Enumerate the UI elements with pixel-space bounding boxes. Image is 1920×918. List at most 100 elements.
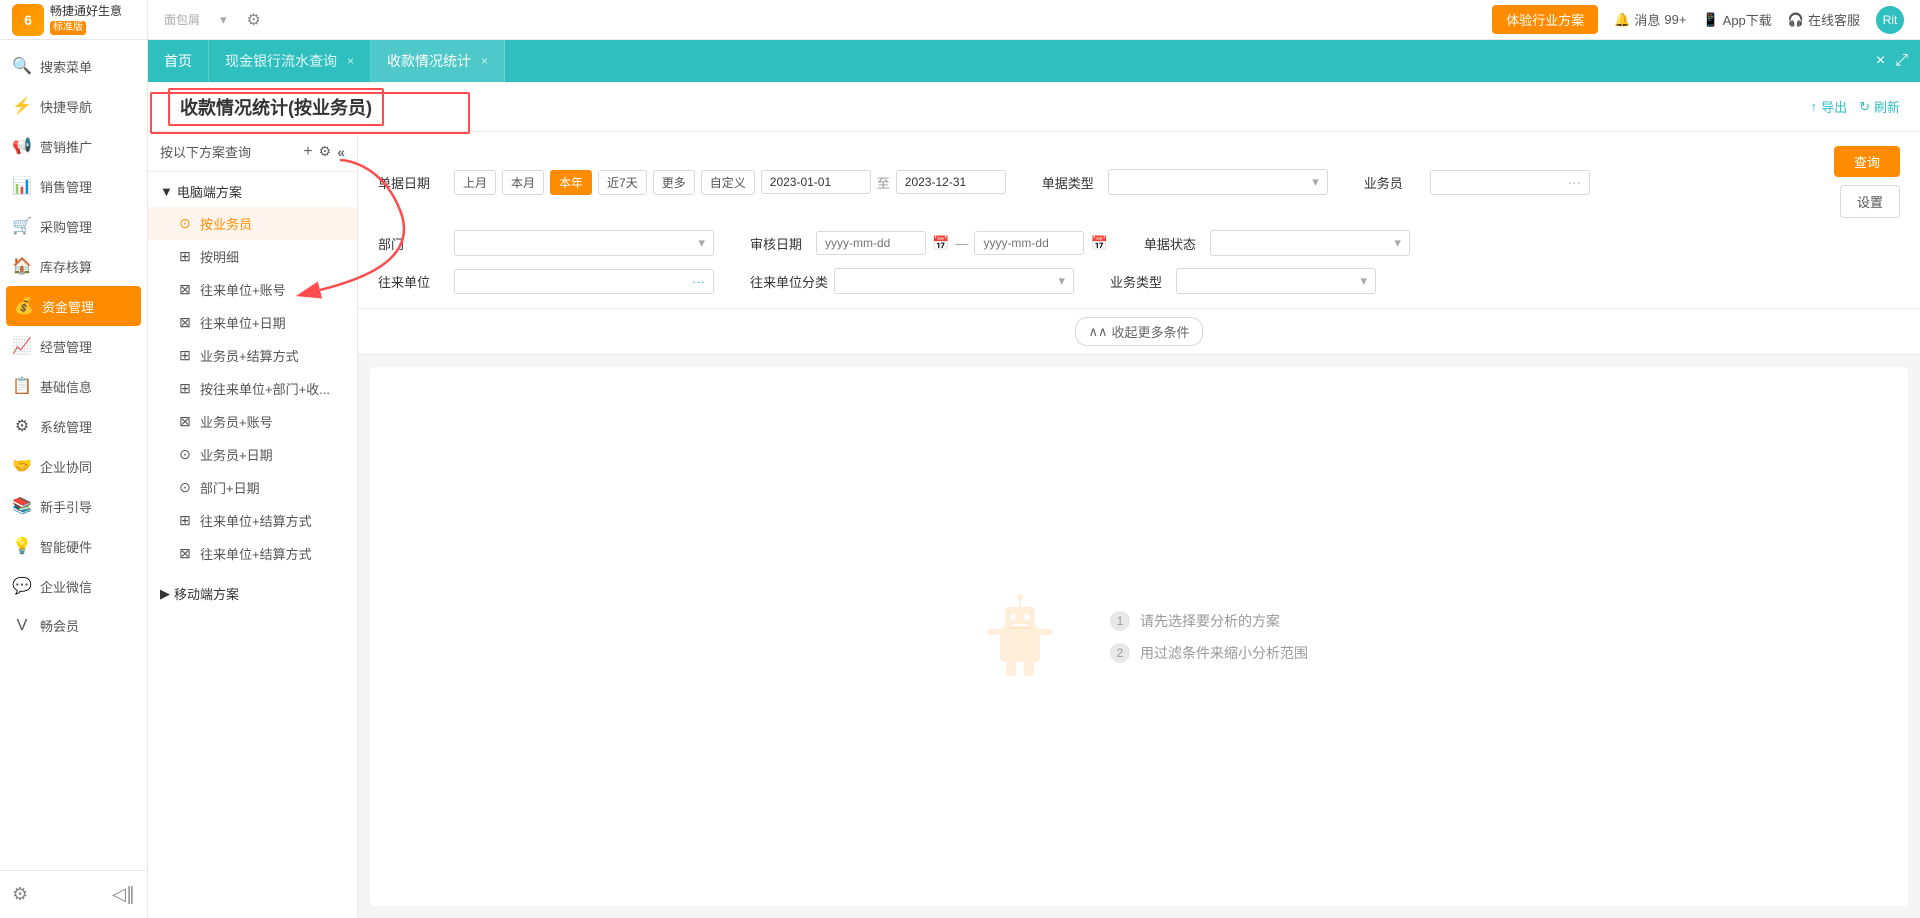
- dept-select[interactable]: ▾: [454, 230, 714, 256]
- sidebar-item-营销推广[interactable]: 📢 营销推广: [0, 126, 147, 166]
- collapse-button[interactable]: ∧∧ 收起更多条件: [1075, 317, 1202, 346]
- sidebar-item-智能硬件[interactable]: 💡 智能硬件: [0, 526, 147, 566]
- date-btn-more[interactable]: 更多: [653, 170, 695, 195]
- sidebar-label-7: 经营管理: [40, 337, 92, 356]
- customer-select[interactable]: ···: [454, 269, 714, 294]
- date-btn-this-month[interactable]: 本月: [502, 170, 544, 195]
- sidebar-item-企业协同[interactable]: 🤝 企业协同: [0, 446, 147, 486]
- scheme-item-customer-settle1[interactable]: ⊞ 往来单位+结算方式: [148, 504, 357, 537]
- filter-row-3: 往来单位 ··· 往来单位分类 ▾ 业务类型: [378, 268, 1900, 294]
- online-service-area[interactable]: 🎧 在线客服: [1788, 10, 1860, 29]
- date-btn-this-year[interactable]: 本年: [550, 170, 592, 195]
- empty-tip-1: 1 请先选择要分析的方案: [1110, 611, 1308, 631]
- tab-bar: 首页 现金银行流水查询 × 收款情况统计 × × ⤢: [148, 40, 1920, 82]
- scheme-item-customer-date[interactable]: ⊠ 往来单位+日期: [148, 306, 357, 339]
- app-logo: 6: [12, 4, 44, 36]
- scheme-settings-icon[interactable]: ⚙: [319, 143, 332, 160]
- scheme-item-dept-date[interactable]: ⊙ 部门+日期: [148, 471, 357, 504]
- customer-type-select[interactable]: ▾: [834, 268, 1074, 294]
- review-date-to[interactable]: [974, 231, 1084, 255]
- tip-num-2: 2: [1110, 643, 1130, 663]
- sidebar-label-11: 新手引导: [40, 497, 92, 516]
- date-from-input[interactable]: [761, 170, 871, 194]
- sidebar-label-8: 基础信息: [40, 377, 92, 396]
- left-panel-header: 按以下方案查询 + ⚙ «: [148, 132, 357, 172]
- date-btn-custom[interactable]: 自定义: [701, 170, 755, 195]
- sidebar-item-搜索菜单[interactable]: 🔍 搜索菜单: [0, 46, 147, 86]
- tab-bar-end: × ⤢: [1876, 52, 1920, 70]
- tab-home[interactable]: 首页: [148, 40, 209, 82]
- gear-icon-header[interactable]: ⚙: [247, 10, 261, 30]
- sidebar-label-12: 智能硬件: [40, 537, 92, 556]
- scheme-item-salesperson-settle[interactable]: ⊞ 业务员+结算方式: [148, 339, 357, 372]
- sidebar-item-采购管理[interactable]: 🛒 采购管理: [0, 206, 147, 246]
- date-to-input[interactable]: [896, 170, 1006, 194]
- sidebar-item-快捷导航[interactable]: ⚡ 快捷导航: [0, 86, 147, 126]
- doc-type-select[interactable]: ▾: [1108, 169, 1328, 195]
- add-scheme-icon[interactable]: +: [303, 143, 312, 161]
- user-avatar[interactable]: Rit: [1876, 6, 1904, 34]
- sidebar-item-系统管理[interactable]: ⚙ 系统管理: [0, 406, 147, 446]
- collapse-panel-icon[interactable]: «: [337, 144, 345, 160]
- calendar-from-icon[interactable]: 📅: [932, 235, 949, 252]
- export-button[interactable]: ↑ 导出: [1811, 97, 1848, 116]
- sidebar-item-畅会员[interactable]: V 畅会员: [0, 606, 147, 645]
- salesperson-select[interactable]: ···: [1430, 170, 1590, 195]
- scheme-item-customer-account[interactable]: ⊠ 往来单位+账号: [148, 273, 357, 306]
- calendar-to-icon[interactable]: 📅: [1090, 235, 1107, 252]
- tab-close-all-icon[interactable]: ×: [1876, 52, 1885, 70]
- customer-settle1-icon: ⊞: [176, 512, 194, 529]
- tab-collection-close[interactable]: ×: [481, 54, 488, 68]
- settings-icon[interactable]: ⚙: [12, 884, 28, 905]
- customer-label: 往来单位: [378, 272, 438, 291]
- page-header: 收款情况统计(按业务员) ↑ 导出 ↻ 刷新: [148, 82, 1920, 132]
- date-btn-last-month[interactable]: 上月: [454, 170, 496, 195]
- doc-status-dropdown-icon: ▾: [1394, 235, 1401, 251]
- refresh-button[interactable]: ↻ 刷新: [1859, 97, 1900, 116]
- scheme-item-salesperson-account[interactable]: ⊠ 业务员+账号: [148, 405, 357, 438]
- business-type-label: 业务类型: [1110, 272, 1170, 291]
- scheme-item-detail[interactable]: ⊞ 按明细: [148, 240, 357, 273]
- sidebar-item-基础信息[interactable]: 📋 基础信息: [0, 366, 147, 406]
- sidebar-item-企业微信[interactable]: 💬 企业微信: [0, 566, 147, 606]
- notification-area[interactable]: 🔔 消息 99+: [1614, 10, 1686, 29]
- scheme-group-desktop-title[interactable]: ▼ 电脑端方案: [148, 176, 357, 207]
- scheme-item-salesperson-date[interactable]: ⊙ 业务员+日期: [148, 438, 357, 471]
- tab-cashflow-label: 现金银行流水查询: [225, 51, 337, 71]
- tab-expand-icon[interactable]: ⤢: [1895, 52, 1908, 70]
- business-type-select[interactable]: ▾: [1176, 268, 1376, 294]
- trial-button[interactable]: 体验行业方案: [1492, 5, 1598, 34]
- sidebar-item-经营管理[interactable]: 📈 经营管理: [0, 326, 147, 366]
- notification-label: 消息: [1634, 10, 1660, 29]
- tab-home-label: 首页: [164, 51, 192, 71]
- doc-status-select[interactable]: ▾: [1210, 230, 1410, 256]
- dropdown-icon[interactable]: ▾: [220, 12, 227, 28]
- customer-dots[interactable]: ···: [692, 274, 705, 289]
- scheme-item-customer-settle2[interactable]: ⊠ 往来单位+结算方式: [148, 537, 357, 570]
- salesperson-dots[interactable]: ···: [1568, 175, 1581, 190]
- sidebar-item-销售管理[interactable]: 📊 销售管理: [0, 166, 147, 206]
- sidebar-item-库存核算[interactable]: 🏠 库存核算: [0, 246, 147, 286]
- settings-button[interactable]: 设置: [1840, 185, 1900, 218]
- tab-collection[interactable]: 收款情况统计 ×: [371, 40, 505, 82]
- tab-cashflow[interactable]: 现金银行流水查询 ×: [209, 40, 371, 82]
- scheme-item-customer-date-label: 往来单位+日期: [200, 313, 286, 332]
- sidebar-item-新手引导[interactable]: 📚 新手引导: [0, 486, 147, 526]
- scheme-item-customer-dept[interactable]: ⊞ 按往来单位+部门+收...: [148, 372, 357, 405]
- scheme-item-salesperson[interactable]: ⊙ 按业务员: [148, 207, 357, 240]
- doc-type-dropdown-icon: ▾: [1312, 174, 1319, 190]
- scheme-item-salesperson-settle-label: 业务员+结算方式: [200, 346, 299, 365]
- collapse-row: ∧∧ 收起更多条件: [358, 309, 1920, 355]
- review-date-from[interactable]: [816, 231, 926, 255]
- sidebar-icon-13: 💬: [12, 576, 32, 596]
- salesperson-date-icon: ⊙: [176, 446, 194, 463]
- scheme-group-mobile-title[interactable]: ▶ 移动端方案: [148, 578, 357, 609]
- sidebar-icon-3: 📊: [12, 176, 32, 196]
- sidebar-label-10: 企业协同: [40, 457, 92, 476]
- tab-cashflow-close[interactable]: ×: [347, 54, 354, 68]
- collapse-sidebar-icon[interactable]: ◁∥: [112, 884, 135, 905]
- sidebar-item-资金管理[interactable]: 💰 资金管理: [6, 286, 141, 326]
- query-button[interactable]: 查询: [1834, 146, 1900, 177]
- app-download-area[interactable]: 📱 App下载: [1702, 10, 1771, 29]
- date-btn-7days[interactable]: 近7天: [598, 170, 647, 195]
